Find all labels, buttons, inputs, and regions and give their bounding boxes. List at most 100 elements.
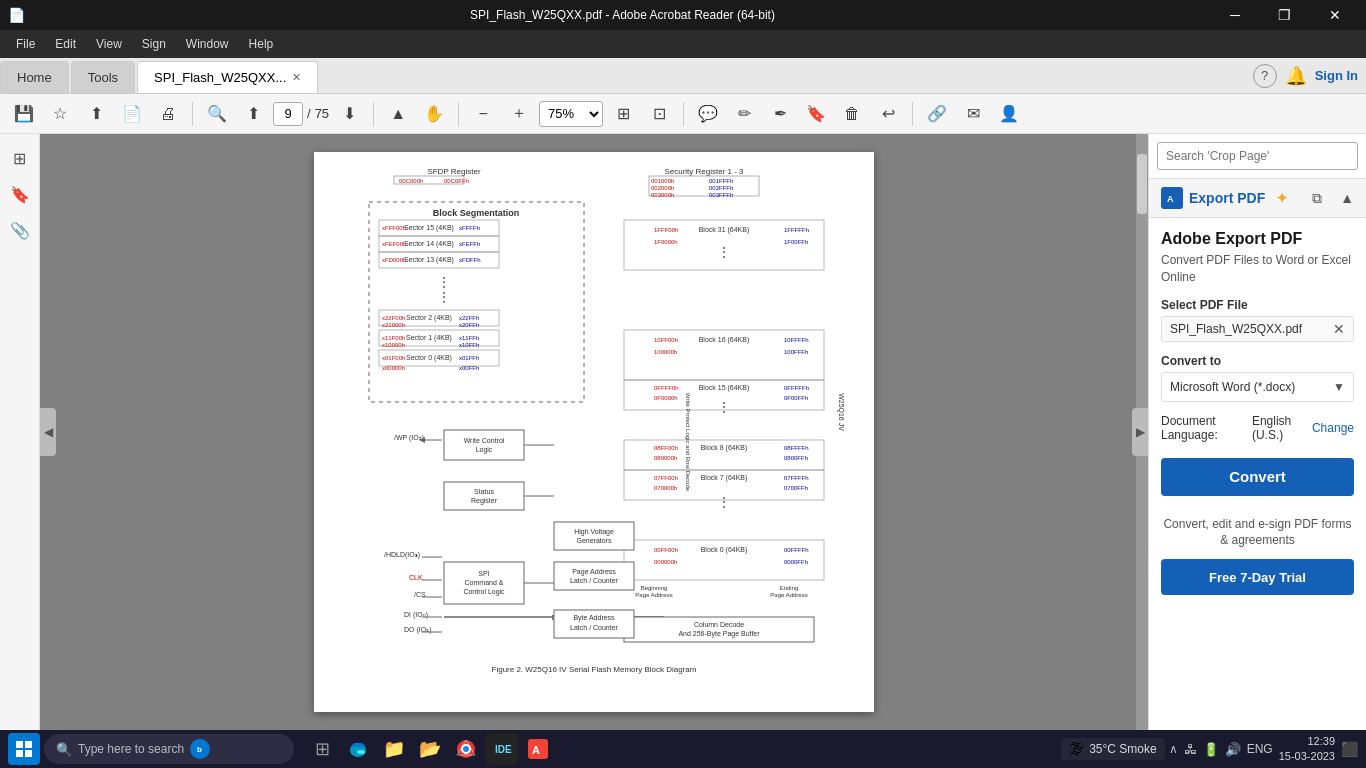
start-button[interactable] xyxy=(8,733,40,765)
svg-text:Block 31 (64KB): Block 31 (64KB) xyxy=(699,226,750,234)
file-clear-button[interactable]: ✕ xyxy=(1333,321,1345,337)
collapse-icon[interactable]: ▲ xyxy=(1340,190,1354,206)
minimize-button[interactable]: ─ xyxy=(1212,0,1258,30)
draw-button[interactable]: ✒ xyxy=(764,98,796,130)
export-title-text: Export PDF xyxy=(1189,190,1265,206)
link-button[interactable]: 🔗 xyxy=(921,98,953,130)
svg-text:DI (IO₀): DI (IO₀) xyxy=(404,611,428,619)
notification-button[interactable]: ⬛ xyxy=(1341,741,1358,757)
weather-widget[interactable]: 🌫 35°C Smoke xyxy=(1061,738,1165,760)
weather-temp: 35°C Smoke xyxy=(1089,742,1157,756)
taskview-button[interactable]: ⊞ xyxy=(306,733,338,765)
print-button[interactable]: 🖨 xyxy=(152,98,184,130)
battery-icon[interactable]: 🔋 xyxy=(1203,742,1219,757)
pdf-viewer[interactable]: ◀ ▶ SFDP Register 00C000h 00C0FFh Securi… xyxy=(40,134,1148,730)
bookmark-button[interactable]: ☆ xyxy=(44,98,76,130)
change-language-button[interactable]: Change xyxy=(1312,421,1354,435)
svg-text:Write Control: Write Control xyxy=(464,437,505,444)
next-page-button[interactable]: ⬇ xyxy=(333,98,365,130)
svg-text:IDE: IDE xyxy=(495,744,512,755)
fit-width-button[interactable]: ⊡ xyxy=(643,98,675,130)
copy-icon[interactable]: ⧉ xyxy=(1312,190,1322,207)
undo-button[interactable]: ↩ xyxy=(872,98,904,130)
explorer-button[interactable]: 📂 xyxy=(414,733,446,765)
acrobat-button[interactable]: A xyxy=(522,733,554,765)
maximize-button[interactable]: ❐ xyxy=(1262,0,1308,30)
comment-button[interactable]: 💬 xyxy=(692,98,724,130)
bookmarks-button[interactable]: 🔖 xyxy=(4,178,36,210)
page-number-input[interactable] xyxy=(273,102,303,126)
title-bar-controls: ─ ❐ ✕ xyxy=(1212,0,1358,30)
fit-page-button[interactable]: ⊞ xyxy=(607,98,639,130)
hand-tool-button[interactable]: ✋ xyxy=(418,98,450,130)
attachments-button[interactable]: 📎 xyxy=(4,214,36,246)
svg-text:Page Address: Page Address xyxy=(770,592,807,598)
account-button[interactable]: 👤 xyxy=(993,98,1025,130)
convert-to-dropdown[interactable]: Microsoft Word (*.docx) ▼ xyxy=(1161,372,1354,402)
save-button[interactable]: 💾 xyxy=(8,98,40,130)
files-button[interactable]: 📁 xyxy=(378,733,410,765)
svg-text:x22F00h: x22F00h xyxy=(382,315,405,321)
zoom-select[interactable]: 50% 75% 100% 125% 150% xyxy=(539,101,603,127)
svg-text:x21000h: x21000h xyxy=(382,322,405,328)
prev-page-button[interactable]: ⬆ xyxy=(237,98,269,130)
delete-button[interactable]: 🗑 xyxy=(836,98,868,130)
tab-close-icon[interactable]: ✕ xyxy=(292,71,301,84)
clock[interactable]: 12:39 15-03-2023 xyxy=(1279,734,1335,765)
cursor-tool-button[interactable]: ▲ xyxy=(382,98,414,130)
menu-edit[interactable]: Edit xyxy=(47,33,84,55)
zoom-out-button[interactable]: 🔍 xyxy=(201,98,233,130)
edge-button[interactable] xyxy=(342,733,374,765)
close-button[interactable]: ✕ xyxy=(1312,0,1358,30)
search-input[interactable] xyxy=(1157,142,1358,170)
upload-button[interactable]: ⬆ xyxy=(80,98,112,130)
convert-button[interactable]: Convert xyxy=(1161,458,1354,496)
svg-text:x10000h: x10000h xyxy=(382,342,405,348)
svg-text:Column Decode: Column Decode xyxy=(694,621,744,628)
email-button[interactable]: ✉ xyxy=(957,98,989,130)
svg-text:Block 8 (64KB): Block 8 (64KB) xyxy=(701,444,748,452)
thumbnails-button[interactable]: ⊞ xyxy=(4,142,36,174)
svg-point-143 xyxy=(463,746,469,752)
svg-text:1F0000h: 1F0000h xyxy=(654,239,678,245)
svg-rect-98 xyxy=(554,522,634,550)
svg-text:0F00FFh: 0F00FFh xyxy=(784,395,808,401)
svg-text:Ending: Ending xyxy=(780,585,799,591)
free-trial-button[interactable]: Free 7-Day Trial xyxy=(1161,559,1354,595)
tab-home[interactable]: Home xyxy=(0,61,69,93)
help-icon-button[interactable]: ? xyxy=(1253,64,1277,88)
highlight-button[interactable]: ✏ xyxy=(728,98,760,130)
menu-help[interactable]: Help xyxy=(241,33,282,55)
tab-document[interactable]: SPI_Flash_W25QXX... ✕ xyxy=(137,61,318,93)
svg-text:0FFFFFh: 0FFFFFh xyxy=(784,385,809,391)
show-hidden-button[interactable]: ∧ xyxy=(1169,742,1178,756)
taskbar-search[interactable]: 🔍 Type here to search b xyxy=(44,734,294,764)
svg-text:Latch / Counter: Latch / Counter xyxy=(570,624,619,631)
print-prop-button[interactable]: 📄 xyxy=(116,98,148,130)
svg-text:000000h: 000000h xyxy=(654,559,677,565)
zoom-out2-button[interactable]: − xyxy=(467,98,499,130)
svg-text:002FFFh: 002FFFh xyxy=(709,185,733,191)
menu-sign[interactable]: Sign xyxy=(134,33,174,55)
collapse-left-button[interactable]: ◀ xyxy=(40,408,56,456)
collapse-right-button[interactable]: ▶ xyxy=(1132,408,1148,456)
right-panel: A Export PDF ✦ ⧉ ▲ Adobe Export PDF Conv… xyxy=(1148,134,1366,730)
tab-tools[interactable]: Tools xyxy=(71,61,135,93)
svg-text:DO (IO₁): DO (IO₁) xyxy=(404,626,432,634)
sign-in-button[interactable]: Sign In xyxy=(1315,68,1358,83)
zoom-in2-button[interactable]: ＋ xyxy=(503,98,535,130)
menu-window[interactable]: Window xyxy=(178,33,237,55)
scrollbar-thumb[interactable] xyxy=(1137,154,1147,214)
network-icon[interactable]: 🖧 xyxy=(1184,742,1197,757)
ide-button[interactable]: IDE xyxy=(486,733,518,765)
sound-icon[interactable]: 🔊 xyxy=(1225,742,1241,757)
tab-tools-label: Tools xyxy=(88,70,118,85)
stamp-button[interactable]: 🔖 xyxy=(800,98,832,130)
notification-icon[interactable]: 🔔 xyxy=(1285,65,1307,87)
convert-to-label: Convert to xyxy=(1161,354,1354,368)
chrome-button[interactable] xyxy=(450,733,482,765)
menu-file[interactable]: File xyxy=(8,33,43,55)
svg-rect-133 xyxy=(16,741,23,748)
svg-text:Security Register 1 - 3: Security Register 1 - 3 xyxy=(664,167,744,176)
menu-view[interactable]: View xyxy=(88,33,130,55)
